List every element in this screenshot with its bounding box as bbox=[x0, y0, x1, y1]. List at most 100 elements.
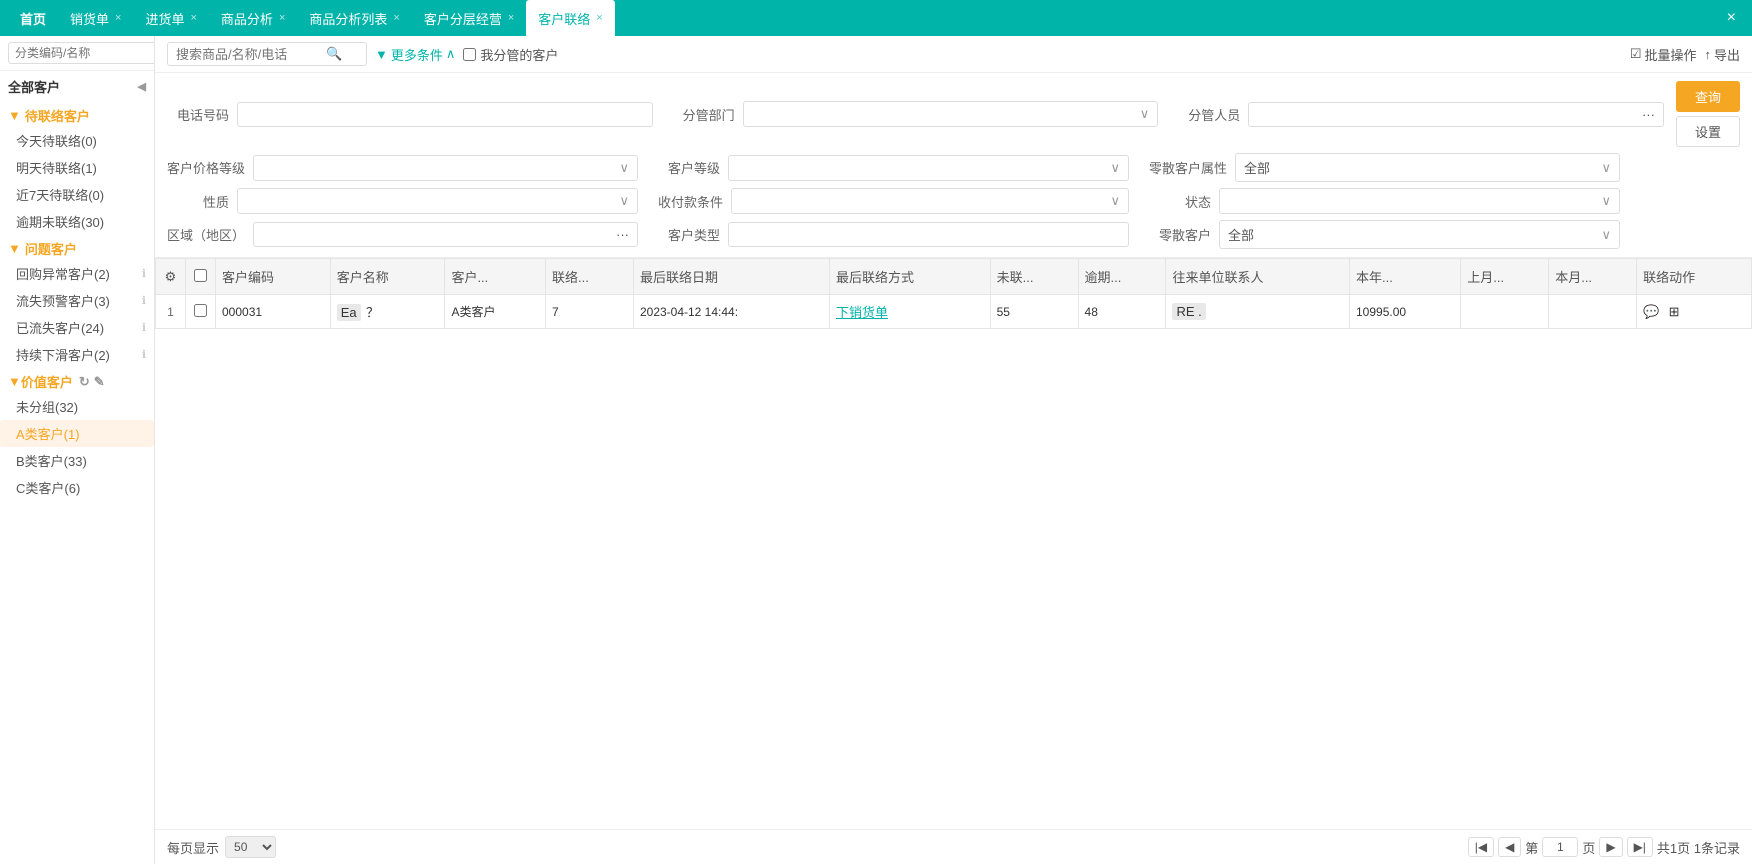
row-checkbox[interactable] bbox=[194, 304, 207, 317]
prev-page-btn[interactable]: ◀ bbox=[1498, 837, 1521, 857]
row-contact-count: 7 bbox=[546, 295, 634, 329]
last-contact-method-link[interactable]: 下销货单 bbox=[836, 305, 888, 320]
row-actions: 💬 ⊞ bbox=[1637, 295, 1752, 329]
sidebar-search-area: 🔍 bbox=[0, 36, 154, 71]
problem-customer-group: ▼ 问题客户 bbox=[0, 235, 154, 260]
all-customers-label: 全部客户 bbox=[8, 77, 60, 96]
sidebar-item-churn-warning[interactable]: 流失预警客户(3) ℹ bbox=[0, 287, 154, 314]
sidebar-all-customers[interactable]: 全部客户 ◀ bbox=[0, 71, 154, 102]
sidebar-item-a-class[interactable]: A类客户(1) bbox=[0, 420, 154, 447]
row-code: 000031 bbox=[216, 295, 331, 329]
sidebar-item-today-pending[interactable]: 今天待联络(0) bbox=[0, 127, 154, 154]
settings-button[interactable]: 设置 bbox=[1676, 116, 1740, 147]
sidebar-item-c-class[interactable]: C类客户(6) bbox=[0, 474, 154, 501]
sidebar-item-tomorrow-pending[interactable]: 明天待联络(1) bbox=[0, 154, 154, 181]
scattered-attr-select[interactable]: 全部 ∨ bbox=[1235, 153, 1620, 182]
page-input[interactable] bbox=[1542, 837, 1578, 857]
nav-customer-layer[interactable]: 客户分层经营 × bbox=[412, 0, 526, 36]
scattered-arrow-icon: ∨ bbox=[1601, 227, 1611, 243]
person-input[interactable]: ··· bbox=[1248, 102, 1664, 127]
adv-filter-row-4: 区域（地区） ··· 客户类型 零散客户 全部 ∨ bbox=[167, 220, 1740, 249]
sidebar-item-week-pending[interactable]: 近7天待联络(0) bbox=[0, 181, 154, 208]
main-layout: 🔍 全部客户 ◀ ▼ 待联络客户 今天待联络(0) 明天待联络(1) 近7天待联… bbox=[0, 36, 1752, 864]
region-input[interactable]: ··· bbox=[253, 222, 638, 247]
th-name: 客户名称 bbox=[330, 259, 445, 295]
price-level-select[interactable]: ∨ bbox=[253, 155, 638, 181]
last-page-btn[interactable]: ▶| bbox=[1627, 837, 1653, 857]
collapse-icon[interactable]: ◀ bbox=[138, 80, 146, 93]
nav-purchase[interactable]: 进货单 × bbox=[133, 0, 208, 36]
scattered-attr-label: 零散客户属性 bbox=[1149, 158, 1235, 177]
action-chat-icon[interactable]: 💬 bbox=[1643, 304, 1659, 319]
nav-goods-analysis[interactable]: 商品分析 × bbox=[209, 0, 297, 36]
status-select[interactable]: ∨ bbox=[1219, 188, 1620, 214]
person-label: 分管人员 bbox=[1178, 105, 1248, 124]
select-all-checkbox[interactable] bbox=[194, 269, 207, 282]
th-unit-contact: 往来单位联系人 bbox=[1166, 259, 1350, 295]
nav-home[interactable]: 首页 bbox=[8, 0, 58, 36]
export-button[interactable]: ↑ 导出 bbox=[1704, 45, 1740, 64]
sidebar-item-declining[interactable]: 持续下滑客户(2) ℹ bbox=[0, 341, 154, 368]
row-overdue-days: 48 bbox=[1078, 295, 1166, 329]
scattered-select[interactable]: 全部 ∨ bbox=[1219, 220, 1620, 249]
price-level-arrow-icon: ∨ bbox=[619, 160, 629, 176]
table-container: ⚙ 客户编码 客户名称 客户... bbox=[155, 258, 1752, 829]
first-page-btn[interactable]: |◀ bbox=[1468, 837, 1494, 857]
nature-select[interactable]: ∨ bbox=[237, 188, 638, 214]
top-navigation: 首页 销货单 × 进货单 × 商品分析 × 商品分析列表 × 客户分层经营 × … bbox=[0, 0, 1752, 36]
th-no-contact-days: 未联... bbox=[990, 259, 1078, 295]
my-customers-checkbox[interactable] bbox=[463, 48, 476, 61]
customer-type-input[interactable] bbox=[728, 222, 1129, 247]
th-checkbox[interactable] bbox=[186, 259, 216, 295]
filter-scattered: 零散客户 全部 ∨ bbox=[1149, 220, 1620, 249]
row-last-contact-method: 下销货单 bbox=[830, 295, 991, 329]
payment-select[interactable]: ∨ bbox=[731, 188, 1129, 214]
close-goods-analysis-tab[interactable]: × bbox=[279, 12, 285, 24]
th-this-month: 本月... bbox=[1549, 259, 1637, 295]
close-sales-tab[interactable]: × bbox=[115, 12, 121, 24]
sidebar-search-input[interactable] bbox=[8, 42, 155, 64]
th-type: 客户... bbox=[445, 259, 546, 295]
next-page-btn[interactable]: ▶ bbox=[1599, 837, 1622, 857]
sidebar-item-rebuy-abnormal[interactable]: 回购异常客户(2) ℹ bbox=[0, 260, 154, 287]
filter-search-input[interactable] bbox=[176, 47, 326, 62]
batch-op-button[interactable]: ☑ 批量操作 bbox=[1630, 45, 1697, 64]
sidebar-item-churned[interactable]: 已流失客户(24) ℹ bbox=[0, 314, 154, 341]
dept-select[interactable]: ∨ bbox=[743, 101, 1159, 127]
value-group-edit-icon[interactable]: ✎ bbox=[94, 374, 105, 390]
nav-goods-analysis-list[interactable]: 商品分析列表 × bbox=[297, 0, 411, 36]
close-customer-contact-tab[interactable]: × bbox=[596, 12, 602, 24]
unit-contact-badge: RE . bbox=[1172, 303, 1205, 320]
more-filter-button[interactable]: ▼ 更多条件 ∧ bbox=[375, 45, 455, 64]
nav-customer-contact[interactable]: 客户联络 × bbox=[526, 0, 614, 36]
close-purchase-tab[interactable]: × bbox=[190, 12, 196, 24]
customer-level-label: 客户等级 bbox=[658, 158, 728, 177]
query-button[interactable]: 查询 bbox=[1676, 81, 1740, 112]
filter-price-level: 客户价格等级 ∨ bbox=[167, 155, 638, 181]
payment-label: 收付款条件 bbox=[658, 192, 731, 211]
th-settings[interactable]: ⚙ bbox=[156, 259, 186, 295]
filter-search-icon[interactable]: 🔍 bbox=[326, 46, 342, 62]
adv-filter-row-3: 性质 ∨ 收付款条件 ∨ 状态 bbox=[167, 188, 1740, 214]
customer-table: ⚙ 客户编码 客户名称 客户... bbox=[155, 258, 1752, 329]
phone-input[interactable] bbox=[237, 102, 653, 127]
action-qr-icon[interactable]: ⊞ bbox=[1669, 304, 1680, 319]
customer-level-select[interactable]: ∨ bbox=[728, 155, 1129, 181]
sidebar-item-b-class[interactable]: B类客户(33) bbox=[0, 447, 154, 474]
value-group-refresh-icon[interactable]: ↻ bbox=[79, 374, 90, 390]
my-customers-checkbox-area: 我分管的客户 bbox=[463, 45, 558, 64]
sidebar-item-overdue[interactable]: 逾期未联络(30) bbox=[0, 208, 154, 235]
payment-arrow-icon: ∨ bbox=[1110, 193, 1120, 209]
close-all-tabs[interactable]: × bbox=[1719, 9, 1744, 27]
filter-payment: 收付款条件 ∨ bbox=[658, 188, 1129, 214]
close-customer-layer-tab[interactable]: × bbox=[508, 12, 514, 24]
sidebar-item-no-group[interactable]: 未分组(32) bbox=[0, 393, 154, 420]
filter-icon: ▼ bbox=[375, 47, 388, 62]
bottom-bar-right: |◀ ◀ 第 页 ▶ ▶| 共1页 1条记录 bbox=[1468, 837, 1740, 857]
filter-bar-right: ☑ 批量操作 ↑ 导出 bbox=[1630, 45, 1740, 64]
per-page-select[interactable]: 50 100 200 bbox=[225, 836, 276, 858]
close-goods-analysis-list-tab[interactable]: × bbox=[393, 12, 399, 24]
dept-label: 分管部门 bbox=[673, 105, 743, 124]
nav-sales[interactable]: 销货单 × bbox=[58, 0, 133, 36]
table-header-row: ⚙ 客户编码 客户名称 客户... bbox=[156, 259, 1752, 295]
